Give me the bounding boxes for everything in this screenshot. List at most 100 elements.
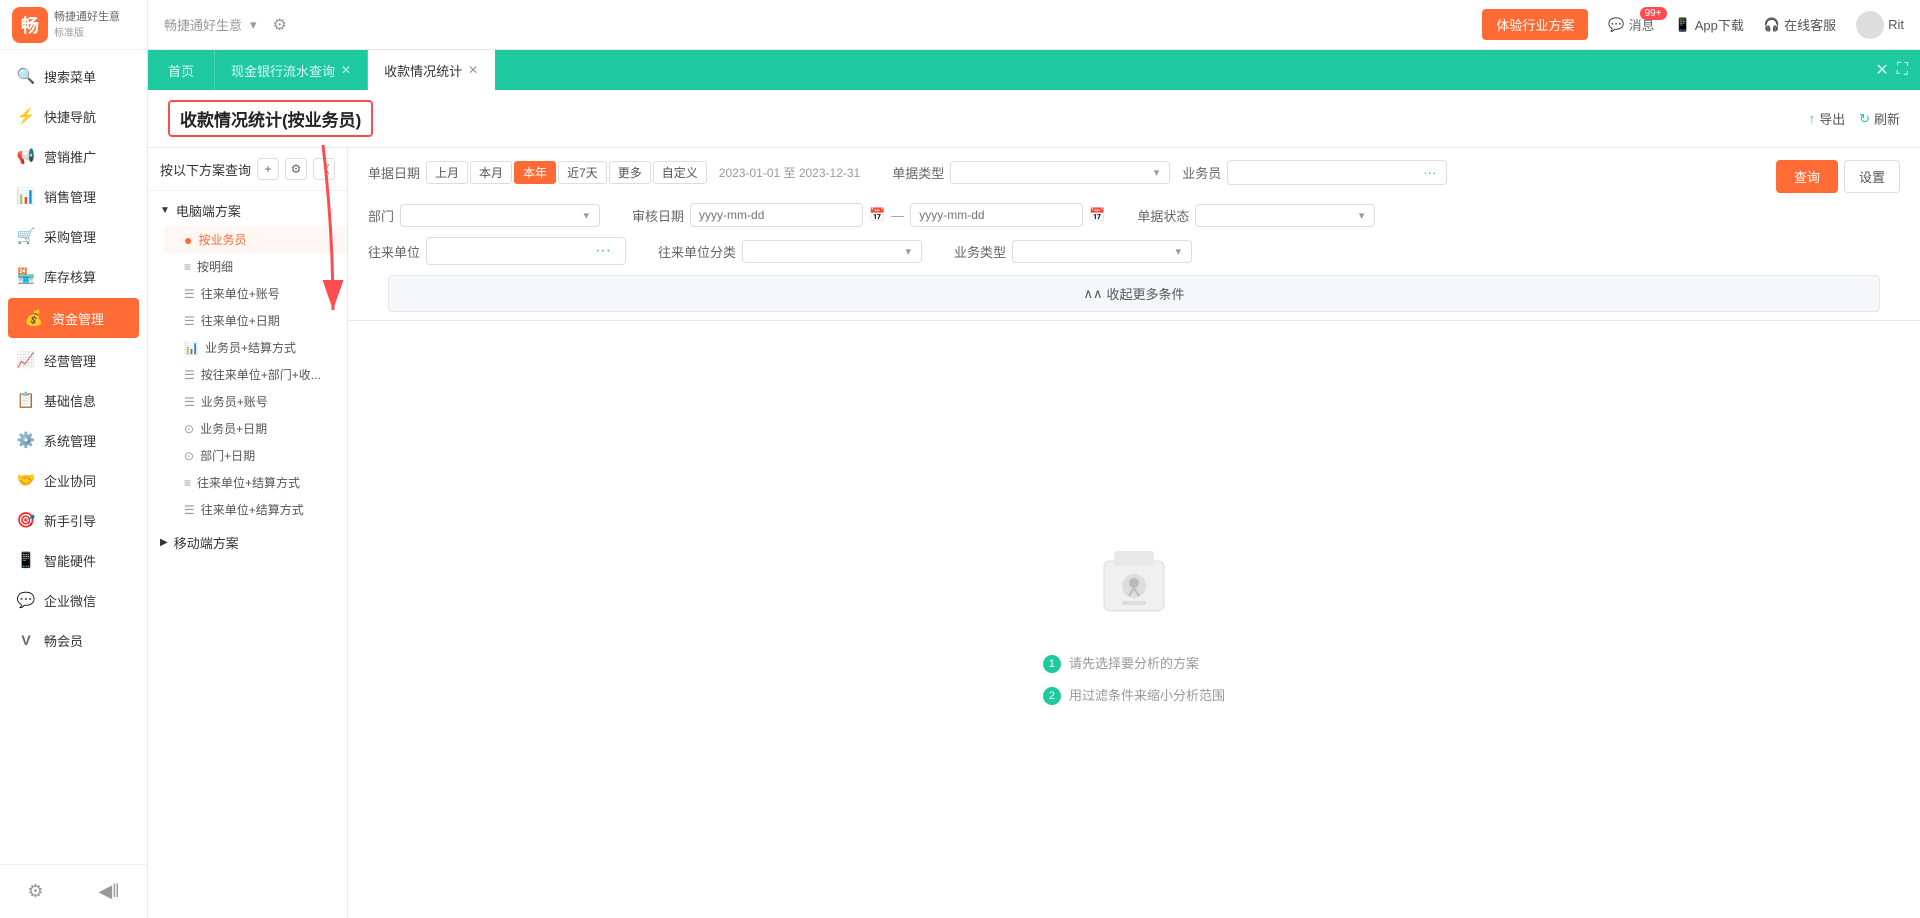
sidebar-item-purchase[interactable]: 🛒 采购管理 xyxy=(0,216,147,256)
tree-item-partner-account[interactable]: ☰ 往来单位+账号 xyxy=(164,280,347,307)
sidebar-item-marketing[interactable]: 📢 营销推广 xyxy=(0,136,147,176)
date-btn-last-month[interactable]: 上月 xyxy=(426,161,468,184)
tab-collection-stat-close[interactable]: ✕ xyxy=(468,63,478,77)
online-service-btn[interactable]: 🎧 在线客服 xyxy=(1764,15,1836,34)
cal-icon-to[interactable]: 📅 xyxy=(1089,207,1105,223)
sidebar-item-sales[interactable]: 📊 销售管理 xyxy=(0,176,147,216)
tab-bank-flow[interactable]: 现金银行流水查询 ✕ xyxy=(215,50,368,90)
industry-btn[interactable]: 体验行业方案 xyxy=(1482,9,1588,40)
tree-item-dept-date[interactable]: ⊙ 部门+日期 xyxy=(164,442,347,469)
date-btn-this-year[interactable]: 本年 xyxy=(514,161,556,184)
collapse-bottom-btn[interactable]: ◀‖ xyxy=(92,875,125,908)
audit-date-from[interactable] xyxy=(690,203,863,227)
tree-item-partner-date[interactable]: ☰ 往来单位+日期 xyxy=(164,307,347,334)
query-buttons: 查询 设置 xyxy=(1776,160,1900,193)
tree-item-partner-settle2[interactable]: ☰ 往来单位+结算方式 xyxy=(164,496,347,523)
msg-icon: 💬 xyxy=(1608,17,1624,33)
query-btn[interactable]: 查询 xyxy=(1776,160,1838,193)
finance-icon: 💰 xyxy=(24,308,44,328)
sidebar-item-label: 快捷导航 xyxy=(44,107,96,126)
export-icon: ↑ xyxy=(1809,111,1816,126)
sales-date-icon: ⊙ xyxy=(184,422,194,436)
panel-title: 按以下方案查询 xyxy=(160,160,251,179)
tab-expand-icon[interactable]: ⛶ xyxy=(1897,61,1908,79)
sidebar-item-wechat[interactable]: 💬 企业微信 xyxy=(0,580,147,620)
tree-item-sales-settlement[interactable]: 📊 业务员+结算方式 xyxy=(164,334,347,361)
partner-dots-btn[interactable]: ··· xyxy=(595,242,611,260)
right-content: 单据日期 上月 本月 本年 近7天 更多 自定义 2023 xyxy=(348,148,1920,918)
sidebar-item-member[interactable]: V 畅会员 xyxy=(0,620,147,660)
topbar-breadcrumb: 畅捷通好生意 xyxy=(164,15,242,34)
sidebar-item-quicknav[interactable]: ⚡ 快捷导航 xyxy=(0,96,147,136)
tree-item-sales-account[interactable]: ☰ 业务员+账号 xyxy=(164,388,347,415)
topbar-left: 畅捷通好生意 ▾ ⚙ xyxy=(164,15,287,35)
page-header-actions: ↑ 导出 ↻ 刷新 xyxy=(1809,109,1900,128)
date-btn-this-month[interactable]: 本月 xyxy=(470,161,512,184)
settings-bottom-btn[interactable]: ⚙ xyxy=(21,875,49,908)
tree-item-by-detail[interactable]: ≡ 按明细 xyxy=(164,253,347,280)
sidebar-item-hardware[interactable]: 📱 智能硬件 xyxy=(0,540,147,580)
voucher-status-arrow: ▾ xyxy=(1359,209,1365,222)
sidebar-item-search[interactable]: 🔍 搜索菜单 xyxy=(0,56,147,96)
tip-item-2: 2 用过滤条件来缩小分析范围 xyxy=(1043,683,1225,709)
business-type-select[interactable]: ▾ xyxy=(1012,240,1192,263)
tree-item-by-salesperson[interactable]: ● 按业务员 xyxy=(164,226,347,253)
collapse-panel-btn[interactable]: 《 xyxy=(313,158,335,180)
dropdown-icon[interactable]: ▾ xyxy=(250,17,257,33)
partner-settle1-icon: ≡ xyxy=(184,476,191,490)
voucher-type-select[interactable]: ▾ xyxy=(950,161,1170,184)
collapse-icon: ∧∧ xyxy=(1083,286,1102,302)
filter-row-1-left: 单据日期 上月 本月 本年 近7天 更多 自定义 2023 xyxy=(368,160,1447,185)
cal-icon-from[interactable]: 📅 xyxy=(869,207,885,223)
sidebar-item-warehouse[interactable]: 🏪 库存核算 xyxy=(0,256,147,296)
tab-close-all-icon[interactable]: ✕ xyxy=(1875,60,1888,80)
settings-btn[interactable]: 设置 xyxy=(1844,160,1900,193)
partner-category-group: 往来单位分类 ▾ xyxy=(658,240,922,263)
settings-scheme-btn[interactable]: ⚙ xyxy=(285,158,307,180)
tab-collection-stat[interactable]: 收款情况统计 ✕ xyxy=(368,50,495,90)
voucher-status-label: 单据状态 xyxy=(1137,206,1189,225)
filter-area: 单据日期 上月 本月 本年 近7天 更多 自定义 2023 xyxy=(348,148,1920,321)
partner-dept-icon: ☰ xyxy=(184,368,195,382)
export-btn[interactable]: ↑ 导出 xyxy=(1809,109,1846,128)
msg-btn[interactable]: 💬 消息 99+ xyxy=(1608,15,1654,34)
audit-date-to[interactable] xyxy=(910,203,1083,227)
voucher-status-select[interactable]: ▾ xyxy=(1195,204,1375,227)
gear-icon[interactable]: ⚙ xyxy=(273,15,287,35)
system-icon: ⚙️ xyxy=(16,430,36,450)
refresh-btn[interactable]: ↻ 刷新 xyxy=(1859,109,1900,128)
tab-home[interactable]: 首页 xyxy=(148,50,215,90)
date-btn-more[interactable]: 更多 xyxy=(609,161,651,184)
tree-item-partner-settle1[interactable]: ≡ 往来单位+结算方式 xyxy=(164,469,347,496)
sidebar-item-label: 智能硬件 xyxy=(44,551,96,570)
user-area[interactable]: Rit xyxy=(1856,11,1904,39)
add-scheme-btn[interactable]: + xyxy=(257,158,279,180)
tree-item-sales-date[interactable]: ⊙ 业务员+日期 xyxy=(164,415,347,442)
sidebar-item-operation[interactable]: 📈 经营管理 xyxy=(0,340,147,380)
sidebar-item-basic[interactable]: 📋 基础信息 xyxy=(0,380,147,420)
app-download-btn[interactable]: 📱 App下载 xyxy=(1675,15,1744,34)
tree-item-label: 往来单位+日期 xyxy=(201,312,280,329)
date-btn-custom[interactable]: 自定义 xyxy=(653,161,707,184)
tree-item-partner-dept[interactable]: ☰ 按往来单位+部门+收... xyxy=(164,361,347,388)
tip-text-2: 用过滤条件来缩小分析范围 xyxy=(1069,683,1225,709)
tree-expand-icon: ▼ xyxy=(160,205,170,216)
sidebar-item-newbie[interactable]: 🎯 新手引导 xyxy=(0,500,147,540)
salesperson-select[interactable]: ··· xyxy=(1227,160,1447,185)
content-area: 收款情况统计(按业务员) ↑ 导出 ↻ 刷新 按以下方案查询 xyxy=(148,90,1920,918)
partner-category-select[interactable]: ▾ xyxy=(742,240,922,263)
tab-bank-flow-close[interactable]: ✕ xyxy=(341,63,351,77)
partner-select[interactable]: ··· xyxy=(426,237,626,265)
tree-node-mobile[interactable]: ▶ 移动端方案 xyxy=(148,527,347,558)
tree-node-pc[interactable]: ▼ 电脑端方案 xyxy=(148,195,347,226)
date-btn-7days[interactable]: 近7天 xyxy=(558,161,607,184)
sidebar-item-label: 基础信息 xyxy=(44,391,96,410)
collapse-bar[interactable]: ∧∧ 收起更多条件 xyxy=(388,275,1880,312)
dept-select[interactable]: ▾ xyxy=(400,204,600,227)
sidebar-item-corp[interactable]: 🤝 企业协同 xyxy=(0,460,147,500)
logo-badge: 标准版 xyxy=(54,24,120,39)
salesperson-more-btn[interactable]: ··· xyxy=(1423,165,1436,180)
sidebar-item-system[interactable]: ⚙️ 系统管理 xyxy=(0,420,147,460)
sidebar-item-finance[interactable]: 💰 资金管理 xyxy=(8,298,139,338)
detail-icon: ≡ xyxy=(184,260,191,274)
